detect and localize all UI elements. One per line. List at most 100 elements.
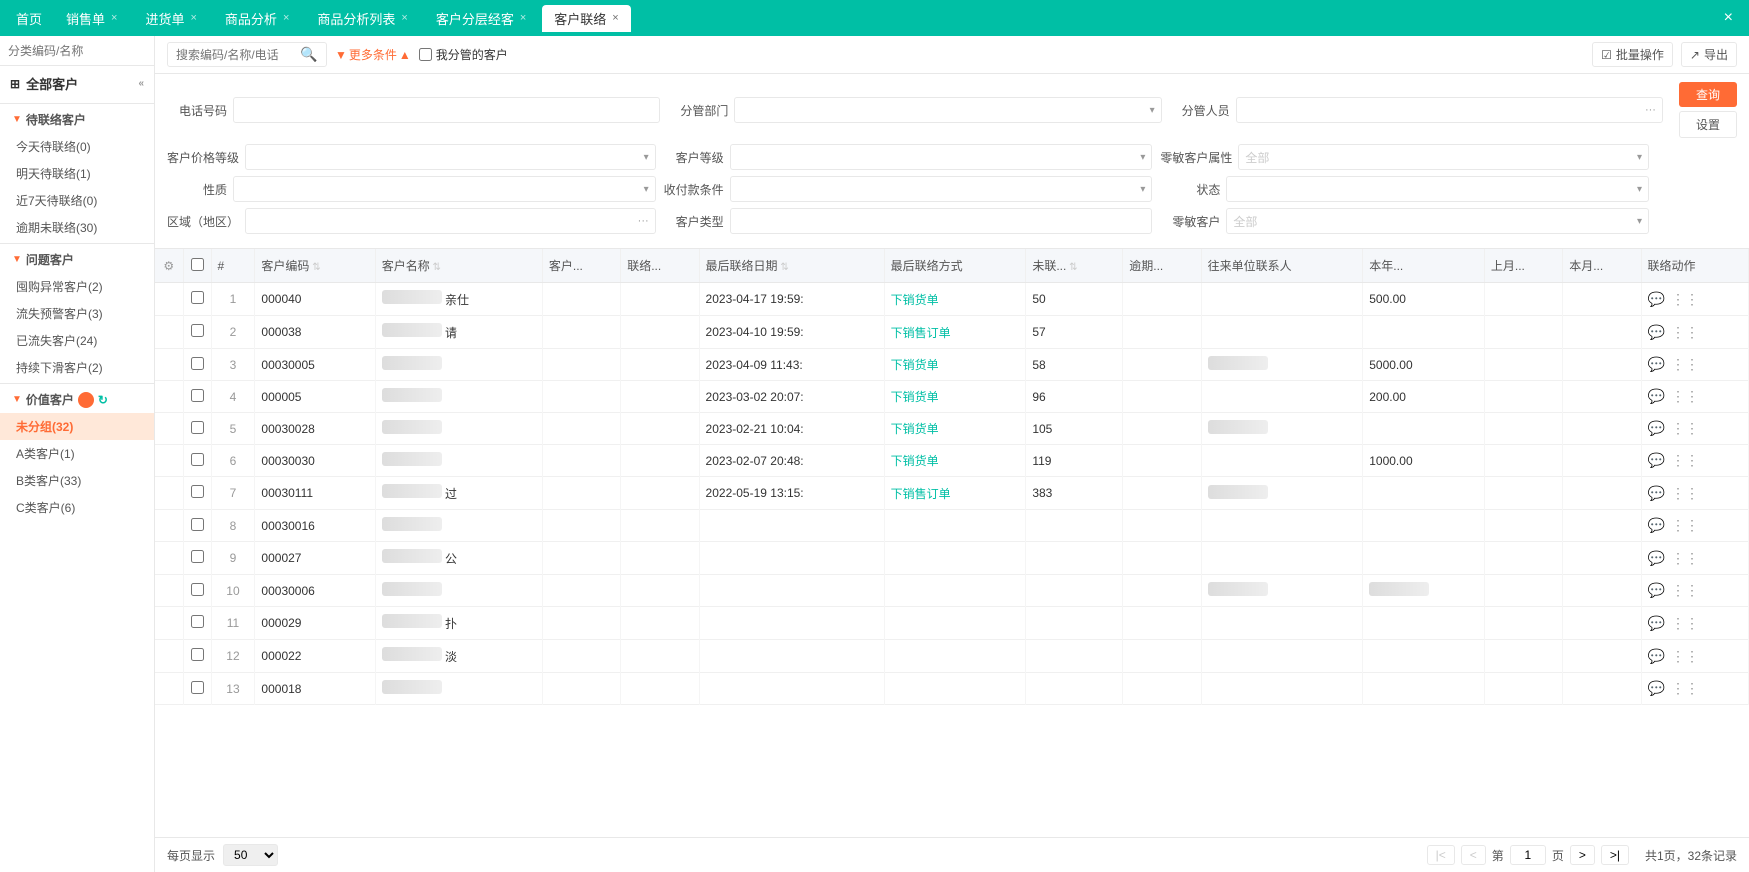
all-customers-header[interactable]: ⊞ 全部客户 « [0,66,154,101]
sidebar-item-class-a[interactable]: A类客户(1) [0,440,154,467]
message-icon[interactable]: 💬 [1648,615,1665,632]
payment-dropdown[interactable]: ▾ [730,176,1153,202]
more-action-icon[interactable]: ⋮⋮ [1671,648,1699,665]
zero-attr-dropdown[interactable]: 全部 ▾ [1238,144,1649,170]
close-icon[interactable]: × [283,12,289,24]
manager-dropdown[interactable]: ··· [1236,97,1663,123]
more-action-icon[interactable]: ⋮⋮ [1671,420,1699,437]
tab-product-analysis-list[interactable]: 商品分析列表 × [305,5,419,32]
tab-sales-order[interactable]: 销售单 × [54,5,129,32]
name-column-header[interactable]: 客户名称 [375,249,542,283]
row-checkbox[interactable] [191,453,204,466]
sidebar-item-declining[interactable]: 持续下滑客户(2) [0,354,154,381]
zero-customer-dropdown[interactable]: 全部 ▾ [1226,208,1649,234]
message-icon[interactable]: 💬 [1648,388,1665,405]
sidebar-item-class-c[interactable]: C类客户(6) [0,494,154,521]
query-button[interactable]: 查询 [1679,82,1737,107]
sidebar-group-problem[interactable]: ▼ 问题客户 [0,246,154,273]
sidebar-search-input[interactable] [8,44,155,58]
batch-operation-button[interactable]: ☑ 批量操作 [1592,42,1673,67]
sidebar-item-tomorrow[interactable]: 明天待联络(1) [0,160,154,187]
message-icon[interactable]: 💬 [1648,356,1665,373]
contact-way-link[interactable]: 下销售订单 [891,326,951,340]
search-input[interactable] [176,48,296,62]
next-page-button[interactable]: > [1570,845,1595,865]
page-size-select[interactable]: 50 20 100 [223,844,278,866]
select-all-checkbox[interactable] [191,258,204,271]
row-checkbox[interactable] [191,324,204,337]
message-icon[interactable]: 💬 [1648,517,1665,534]
more-action-icon[interactable]: ⋮⋮ [1671,517,1699,534]
sidebar-item-ungrouped[interactable]: 未分组(32) [0,413,154,440]
close-icon[interactable]: × [111,12,117,24]
gender-dropdown[interactable]: ▾ [233,176,656,202]
search-button-icon[interactable]: 🔍 [300,46,317,63]
status-dropdown[interactable]: ▾ [1226,176,1649,202]
tab-customer-tier[interactable]: 客户分层经客 × [424,5,538,32]
more-action-icon[interactable]: ⋮⋮ [1671,388,1699,405]
row-checkbox[interactable] [191,550,204,563]
contact-way-link[interactable]: 下销货单 [891,358,939,372]
more-action-icon[interactable]: ⋮⋮ [1671,615,1699,632]
more-conditions-button[interactable]: ▼ 更多条件 ▲ [335,46,411,63]
contact-way-link[interactable]: 下销货单 [891,293,939,307]
message-icon[interactable]: 💬 [1648,420,1665,437]
region-dropdown[interactable]: ··· [245,208,656,234]
row-checkbox[interactable] [191,485,204,498]
my-customers-checkbox[interactable]: 我分管的客户 [419,46,508,63]
sidebar-item-7days[interactable]: 近7天待联络(0) [0,187,154,214]
sidebar-item-churned[interactable]: 已流失客户(24) [0,327,154,354]
code-column-header[interactable]: 客户编码 [255,249,375,283]
tab-purchase-order[interactable]: 进货单 × [133,5,208,32]
more-action-icon[interactable]: ⋮⋮ [1671,550,1699,567]
settings-column-header[interactable]: ⚙ [155,249,183,283]
refresh-icon[interactable]: ↻ [98,393,108,407]
sidebar-item-class-b[interactable]: B类客户(33) [0,467,154,494]
my-customers-checkbox-input[interactable] [419,48,432,61]
price-level-dropdown[interactable]: ▾ [245,144,656,170]
sidebar-group-pending[interactable]: ▼ 待联络客户 [0,106,154,133]
sidebar-item-overdue[interactable]: 逾期未联络(30) [0,214,154,241]
row-checkbox[interactable] [191,648,204,661]
message-icon[interactable]: 💬 [1648,680,1665,697]
message-icon[interactable]: 💬 [1648,452,1665,469]
more-icon[interactable]: ··· [1645,104,1656,116]
tab-product-analysis[interactable]: 商品分析 × [213,5,301,32]
sidebar-item-churn-risk[interactable]: 流失预警客户(3) [0,300,154,327]
export-button[interactable]: ↗ 导出 [1681,42,1737,67]
customer-level-dropdown[interactable]: ▾ [730,144,1153,170]
message-icon[interactable]: 💬 [1648,648,1665,665]
message-icon[interactable]: 💬 [1648,324,1665,341]
no-contact-header[interactable]: 未联... [1026,249,1123,283]
customer-type-dropdown[interactable] [730,208,1153,234]
last-contact-date-header[interactable]: 最后联络日期 [699,249,884,283]
reset-button[interactable]: 设置 [1679,111,1737,138]
more-action-icon[interactable]: ⋮⋮ [1671,356,1699,373]
message-icon[interactable]: 💬 [1648,291,1665,308]
dept-dropdown[interactable]: ▾ [734,97,1161,123]
close-icon[interactable]: × [520,12,526,24]
first-page-button[interactable]: |< [1427,845,1455,865]
window-close-button[interactable]: × [1716,5,1741,31]
tab-customer-contact[interactable]: 客户联络 × [542,5,630,32]
phone-input[interactable] [233,97,660,123]
prev-page-button[interactable]: < [1461,845,1486,865]
close-icon[interactable]: × [190,12,196,24]
row-checkbox[interactable] [191,583,204,596]
row-checkbox[interactable] [191,681,204,694]
contact-way-link[interactable]: 下销货单 [891,422,939,436]
more-action-icon[interactable]: ⋮⋮ [1671,291,1699,308]
row-checkbox[interactable] [191,291,204,304]
message-icon[interactable]: 💬 [1648,582,1665,599]
sidebar-item-hoarding[interactable]: 囤购异常客户(2) [0,273,154,300]
last-page-button[interactable]: >| [1601,845,1629,865]
row-checkbox[interactable] [191,518,204,531]
close-icon[interactable]: × [612,12,618,24]
row-checkbox[interactable] [191,615,204,628]
contact-way-link[interactable]: 下销货单 [891,390,939,404]
more-action-icon[interactable]: ⋮⋮ [1671,680,1699,697]
more-action-icon[interactable]: ⋮⋮ [1671,485,1699,502]
more-icon-2[interactable]: ··· [638,215,649,227]
row-checkbox[interactable] [191,357,204,370]
close-icon[interactable]: × [401,12,407,24]
